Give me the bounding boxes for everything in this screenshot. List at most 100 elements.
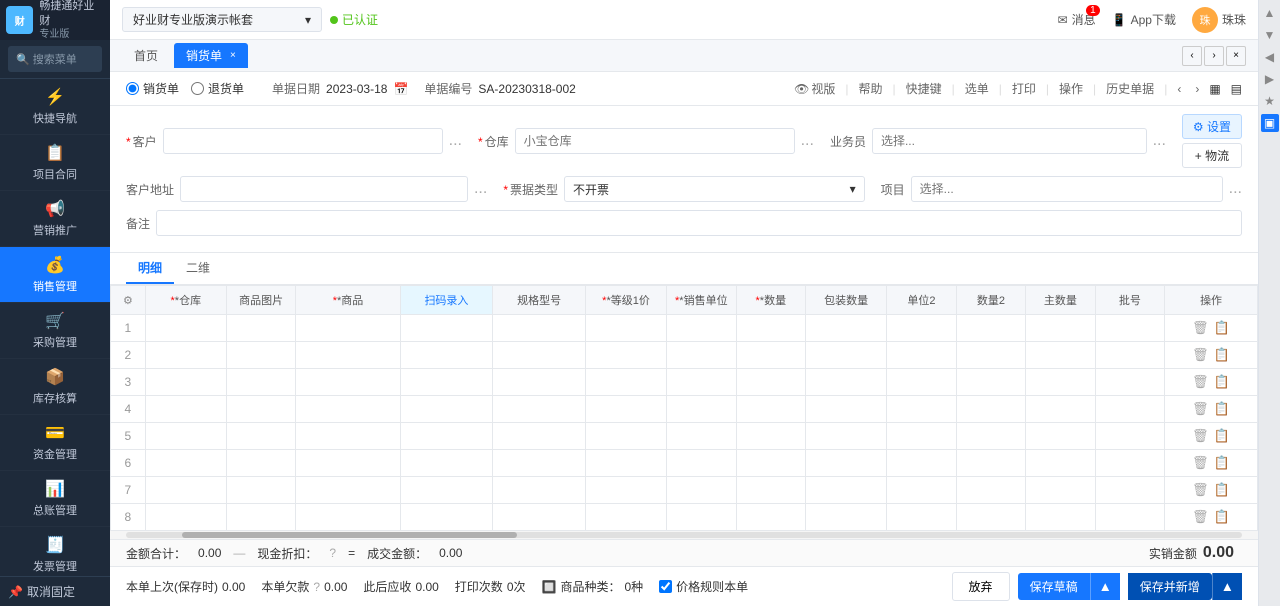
row-price[interactable]: [585, 396, 666, 423]
row-copy-button[interactable]: 📋: [1213, 346, 1231, 364]
row-unit2[interactable]: [887, 504, 957, 531]
radio-return-order[interactable]: 退货单: [191, 80, 244, 97]
row-warehouse[interactable]: [145, 369, 226, 396]
row-copy-button[interactable]: 📋: [1213, 319, 1231, 337]
debt-help-icon[interactable]: ?: [313, 580, 320, 594]
row-delete-button[interactable]: 🗑: [1191, 481, 1210, 499]
th-settings[interactable]: ⚙: [111, 286, 146, 315]
panel-icon-3[interactable]: ◀: [1261, 48, 1279, 66]
row-delete-button[interactable]: 🗑: [1191, 346, 1210, 364]
row-spec[interactable]: [493, 369, 586, 396]
row-delete-button[interactable]: 🗑: [1191, 319, 1210, 337]
row-product[interactable]: [296, 450, 400, 477]
sidebar-item-marketing[interactable]: 📢 营销推广: [0, 191, 110, 247]
tab-next-button[interactable]: ›: [1204, 46, 1224, 66]
row-warehouse[interactable]: [145, 477, 226, 504]
row-product[interactable]: [296, 477, 400, 504]
row-main-qty[interactable]: [1026, 423, 1096, 450]
row-copy-button[interactable]: 📋: [1213, 454, 1231, 472]
row-unit2[interactable]: [887, 477, 957, 504]
add-logistics-button[interactable]: + 物流: [1182, 143, 1242, 168]
sidebar-item-invoice[interactable]: 🧾 发票管理: [0, 527, 110, 576]
row-pack-qty[interactable]: [806, 315, 887, 342]
staff-input[interactable]: [872, 128, 1147, 154]
radio-sale-order[interactable]: 销货单: [126, 80, 179, 97]
next-record-button[interactable]: ›: [1191, 80, 1203, 98]
sidebar-item-inventory[interactable]: 📦 库存核算: [0, 359, 110, 415]
row-main-qty[interactable]: [1026, 342, 1096, 369]
message-button[interactable]: ✉ 消息 1: [1058, 11, 1096, 28]
panel-icon-4[interactable]: ▶: [1261, 70, 1279, 88]
row-delete-button[interactable]: 🗑: [1191, 373, 1210, 391]
tab-detail[interactable]: 明细: [126, 253, 174, 284]
sidebar-item-project[interactable]: 📋 项目合同: [0, 135, 110, 191]
tab-sales-order[interactable]: 销货单 ×: [174, 43, 248, 68]
address-input[interactable]: [180, 176, 468, 202]
row-main-qty[interactable]: [1026, 450, 1096, 477]
row-warehouse[interactable]: [145, 342, 226, 369]
panel-icon-active[interactable]: ▣: [1261, 114, 1279, 132]
sidebar-item-quick-nav[interactable]: ⚡ 快捷导航: [0, 79, 110, 135]
panel-icon-1[interactable]: ▲: [1261, 4, 1279, 22]
row-unit[interactable]: [667, 423, 737, 450]
tab-home[interactable]: 首页: [122, 43, 170, 68]
app-download-button[interactable]: 📱 App下载: [1112, 11, 1176, 28]
radio-sale-input[interactable]: [126, 82, 139, 95]
sidebar-item-ledger[interactable]: 📊 总账管理: [0, 471, 110, 527]
row-spec[interactable]: [493, 315, 586, 342]
row-qty2[interactable]: [956, 504, 1026, 531]
row-unit[interactable]: [667, 504, 737, 531]
row-price[interactable]: [585, 477, 666, 504]
row-price[interactable]: [585, 342, 666, 369]
address-picker-icon[interactable]: ...: [474, 180, 487, 198]
row-pack-qty[interactable]: [806, 450, 887, 477]
row-copy-button[interactable]: 📋: [1213, 427, 1231, 445]
row-barcode[interactable]: [400, 450, 493, 477]
row-batch[interactable]: [1095, 342, 1165, 369]
row-unit2[interactable]: [887, 342, 957, 369]
row-unit[interactable]: [667, 342, 737, 369]
remark-input[interactable]: [156, 210, 1242, 236]
row-product[interactable]: [296, 315, 400, 342]
row-main-qty[interactable]: [1026, 396, 1096, 423]
radio-return-input[interactable]: [191, 82, 204, 95]
save-draft-dropdown[interactable]: ▲: [1090, 573, 1120, 600]
row-copy-button[interactable]: 📋: [1213, 373, 1231, 391]
row-main-qty[interactable]: [1026, 369, 1096, 396]
row-copy-button[interactable]: 📋: [1213, 508, 1231, 526]
operation-button[interactable]: 操作: [1055, 78, 1087, 99]
view-mode-button[interactable]: 👁 视版: [790, 78, 839, 99]
row-spec[interactable]: [493, 396, 586, 423]
row-main-qty[interactable]: [1026, 477, 1096, 504]
row-batch[interactable]: [1095, 369, 1165, 396]
row-barcode[interactable]: [400, 423, 493, 450]
panel-icon-2[interactable]: ▼: [1261, 26, 1279, 44]
row-barcode[interactable]: [400, 369, 493, 396]
row-batch[interactable]: [1095, 504, 1165, 531]
row-pack-qty[interactable]: [806, 504, 887, 531]
row-unit[interactable]: [667, 450, 737, 477]
row-pack-qty[interactable]: [806, 396, 887, 423]
row-spec[interactable]: [493, 504, 586, 531]
row-unit[interactable]: [667, 315, 737, 342]
price-rule-checkbox[interactable]: 价格规则本单: [659, 578, 748, 595]
row-qty2[interactable]: [956, 396, 1026, 423]
row-qty[interactable]: [736, 396, 806, 423]
row-product[interactable]: [296, 504, 400, 531]
tab-close-button[interactable]: ×: [1226, 46, 1246, 66]
project-input[interactable]: [911, 176, 1223, 202]
sidebar-item-sales[interactable]: 💰 销售管理: [0, 247, 110, 303]
row-spec[interactable]: [493, 477, 586, 504]
sidebar-item-finance[interactable]: 💳 资金管理: [0, 415, 110, 471]
row-qty2[interactable]: [956, 450, 1026, 477]
row-warehouse[interactable]: [145, 450, 226, 477]
row-unit[interactable]: [667, 396, 737, 423]
row-spec[interactable]: [493, 423, 586, 450]
table-wrapper[interactable]: ⚙ *仓库 商品图片 *商品 扫码录入 规格型号 *等级1价 *销售单位 *数量…: [110, 285, 1258, 531]
row-product[interactable]: [296, 369, 400, 396]
row-unit[interactable]: [667, 369, 737, 396]
row-unit2[interactable]: [887, 315, 957, 342]
row-barcode[interactable]: [400, 342, 493, 369]
search-menu-button[interactable]: 🔍 搜索菜单: [8, 46, 102, 72]
row-pack-qty[interactable]: [806, 369, 887, 396]
